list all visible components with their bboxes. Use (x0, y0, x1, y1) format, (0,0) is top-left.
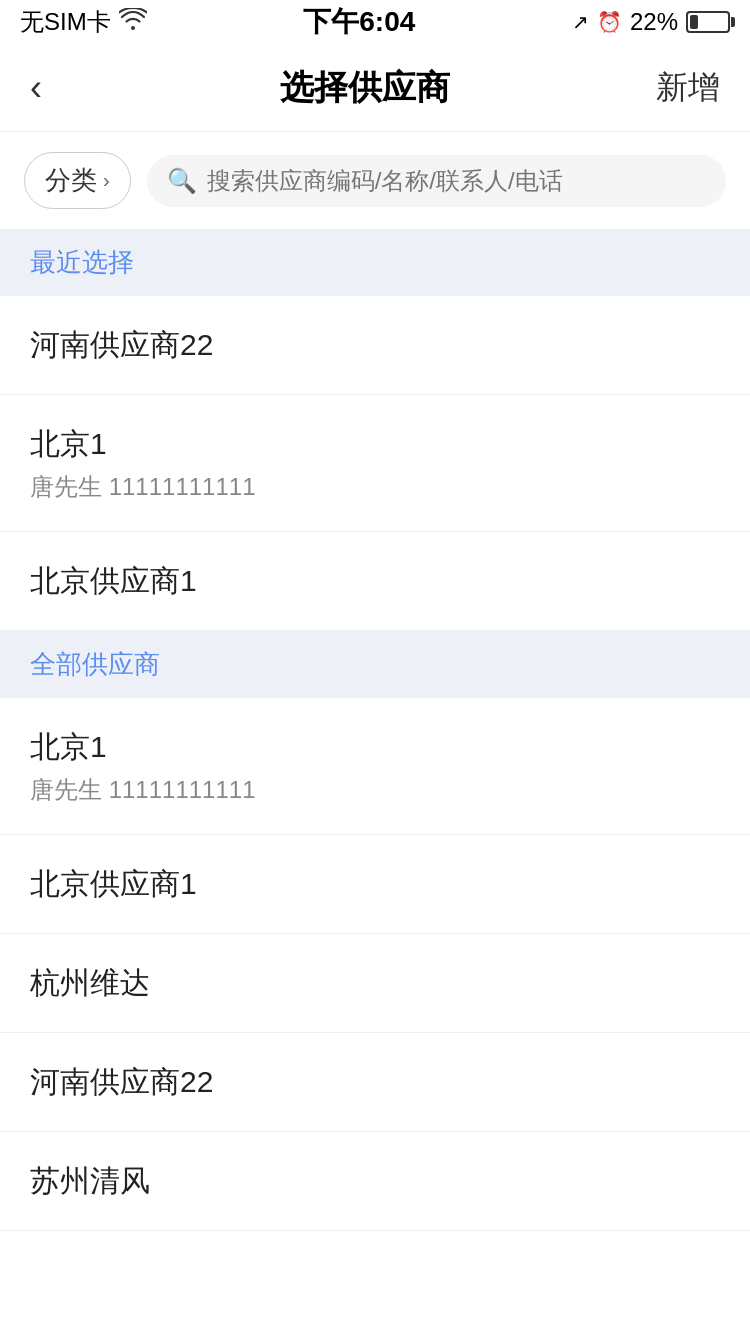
list-item[interactable]: 北京供应商1 (0, 835, 750, 934)
category-label: 分类 (45, 163, 97, 198)
battery-icon (686, 11, 730, 33)
recent-section-label: 最近选择 (30, 247, 134, 277)
page-title: 选择供应商 (280, 65, 450, 111)
item-name: 杭州维达 (30, 962, 720, 1004)
location-icon: ↗ (572, 10, 589, 34)
item-name: 北京供应商1 (30, 863, 720, 905)
item-contact: 唐先生 11111111111 (30, 774, 720, 806)
item-name: 苏州清风 (30, 1160, 720, 1202)
chevron-right-icon: › (103, 169, 110, 192)
battery-text: 22% (630, 8, 678, 36)
search-bar: 分类 › 🔍 (0, 132, 750, 229)
status-time: 下午6:04 (303, 3, 415, 41)
item-contact: 唐先生 11111111111 (30, 471, 720, 503)
all-items-list: 北京1 唐先生 11111111111 北京供应商1 杭州维达河南供应商22 苏州清风 (0, 698, 750, 1231)
recent-section-header: 最近选择 (0, 229, 750, 296)
item-name: 北京1 (30, 726, 720, 768)
list-item[interactable]: 北京供应商1 (0, 532, 750, 631)
status-right: ↗ ⏰ 22% (572, 8, 730, 36)
category-button[interactable]: 分类 › (24, 152, 131, 209)
all-section-header: 全部供应商 (0, 631, 750, 698)
recent-items-list: 河南供应商22 北京1 唐先生 11111111111 北京供应商1 (0, 296, 750, 631)
list-item[interactable]: 北京1 唐先生 11111111111 (0, 395, 750, 532)
list-item[interactable]: 杭州维达 (0, 934, 750, 1033)
back-button[interactable]: ‹ (30, 67, 90, 109)
item-name: 河南供应商22 (30, 324, 720, 366)
item-name: 北京1 (30, 423, 720, 465)
all-section-label: 全部供应商 (30, 649, 160, 679)
search-input[interactable] (207, 167, 706, 195)
status-bar: 无SIM卡 下午6:04 ↗ ⏰ 22% (0, 0, 750, 44)
nav-bar: ‹ 选择供应商 新增 (0, 44, 750, 132)
list-item[interactable]: 苏州清风 (0, 1132, 750, 1231)
alarm-icon: ⏰ (597, 10, 622, 34)
list-item[interactable]: 北京1 唐先生 11111111111 (0, 698, 750, 835)
list-item[interactable]: 河南供应商22 (0, 296, 750, 395)
add-button[interactable]: 新增 (640, 66, 720, 110)
item-name: 北京供应商1 (30, 560, 720, 602)
item-name: 河南供应商22 (30, 1061, 720, 1103)
carrier-text: 无SIM卡 (20, 6, 111, 38)
search-input-wrap: 🔍 (147, 155, 726, 207)
status-left: 无SIM卡 (20, 6, 147, 38)
search-icon: 🔍 (167, 167, 197, 195)
list-item[interactable]: 河南供应商22 (0, 1033, 750, 1132)
wifi-icon (119, 8, 147, 36)
